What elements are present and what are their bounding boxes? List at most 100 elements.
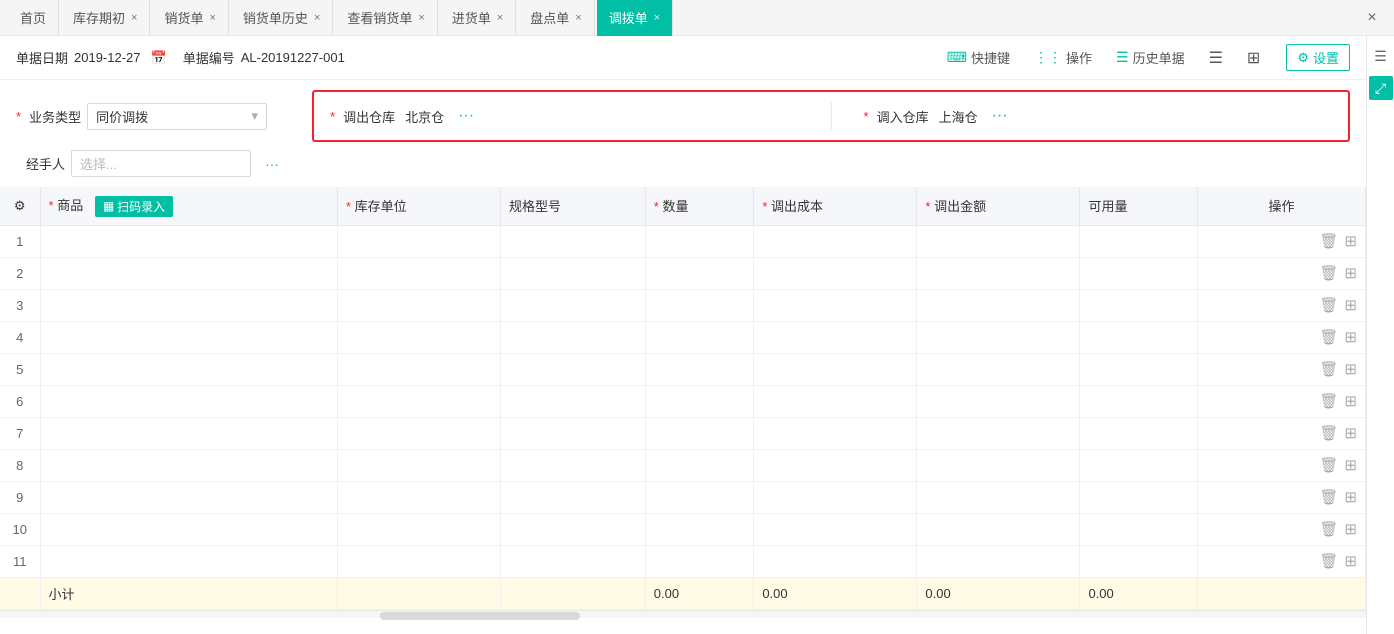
copy-icon[interactable]: ⊞ xyxy=(1344,296,1357,314)
copy-icon[interactable]: ⊞ xyxy=(1344,488,1357,506)
warehouse-in-ellipsis[interactable]: ··· xyxy=(992,107,1008,125)
warehouse-in-field: * 调入仓库 上海仓 ··· xyxy=(864,107,1333,126)
row-qty xyxy=(645,449,754,481)
settings-label: 设置 xyxy=(1313,48,1339,67)
delete-icon[interactable]: 🗑 xyxy=(1319,392,1338,410)
calendar-icon[interactable]: 📅 xyxy=(151,50,167,66)
row-product[interactable] xyxy=(40,353,337,385)
copy-icon[interactable]: ⊞ xyxy=(1344,456,1357,474)
settings-button[interactable]: ⚙ 设置 xyxy=(1286,44,1350,71)
warehouse-out-required: * xyxy=(330,109,335,124)
row-product[interactable] xyxy=(40,257,337,289)
tab-purchase-order[interactable]: 进货单 × xyxy=(440,0,516,36)
history-button[interactable]: ☰ 历史单据 xyxy=(1110,46,1191,69)
handler-input[interactable]: 选择... xyxy=(71,150,251,177)
col-unit-label: 库存单位 xyxy=(355,199,407,214)
business-type-input[interactable]: 同价调拨 ▾ xyxy=(87,103,267,130)
copy-icon[interactable]: ⊞ xyxy=(1344,232,1357,250)
copy-icon[interactable]: ⊞ xyxy=(1344,552,1357,570)
row-product[interactable] xyxy=(40,449,337,481)
tab-inventory-init[interactable]: 库存期初 × xyxy=(61,0,150,36)
row-action: 🗑⊞ xyxy=(1198,321,1366,353)
delete-icon[interactable]: 🗑 xyxy=(1319,488,1338,506)
close-icon[interactable]: × xyxy=(209,12,215,24)
copy-icon[interactable]: ⊞ xyxy=(1344,520,1357,538)
delete-icon[interactable]: 🗑 xyxy=(1319,296,1338,314)
copy-icon[interactable]: ⊞ xyxy=(1344,264,1357,282)
handler-ellipsis[interactable]: ··· xyxy=(265,156,279,172)
row-product[interactable] xyxy=(40,225,337,257)
close-icon-active[interactable]: × xyxy=(654,12,660,24)
transfer-table: ⚙ * 商品 ▦ 扫码录入 * 库存单位 xyxy=(0,187,1366,610)
scrollbar-thumb[interactable] xyxy=(380,612,580,620)
sidebar-list-icon[interactable]: ☰ xyxy=(1369,44,1393,68)
row-available xyxy=(1080,225,1198,257)
window-close-button[interactable]: × xyxy=(1358,4,1386,32)
tab-inventory-check-label: 盘点单 xyxy=(530,8,569,27)
table-row: 6 🗑⊞ xyxy=(0,385,1366,417)
warehouse-out-label: 调出仓库 xyxy=(343,107,395,126)
close-icon[interactable]: × xyxy=(418,12,424,24)
subtotal-cost: 0.00 xyxy=(754,577,917,609)
operations-button[interactable]: ⋮⋮ 操作 xyxy=(1028,46,1098,69)
history-label: 历史单据 xyxy=(1133,48,1185,67)
copy-icon[interactable]: ⊞ xyxy=(1344,392,1357,410)
tab-bar: 首页 库存期初 × 销货单 × 销货单历史 × 查看销货单 × 进货单 × 盘点… xyxy=(0,0,1394,36)
barcode-btn[interactable]: ▦ 扫码录入 xyxy=(95,196,173,217)
delete-icon[interactable]: 🗑 xyxy=(1319,264,1338,282)
delete-icon[interactable]: 🗑 xyxy=(1319,424,1338,442)
layout1-button[interactable]: ☰ xyxy=(1203,46,1229,70)
warehouse-in-label: 调入仓库 xyxy=(877,107,929,126)
row-num: 7 xyxy=(0,417,40,449)
row-spec xyxy=(500,321,645,353)
col-gear[interactable]: ⚙ xyxy=(0,187,40,225)
row-product[interactable] xyxy=(40,321,337,353)
row-product[interactable] xyxy=(40,513,337,545)
delete-icon[interactable]: 🗑 xyxy=(1319,520,1338,538)
date-value: 2019-12-27 xyxy=(74,50,141,65)
tab-home[interactable]: 首页 xyxy=(8,0,59,36)
table-body: 1 🗑⊞ 2 xyxy=(0,225,1366,609)
tab-sales-order[interactable]: 销货单 × xyxy=(152,0,228,36)
warehouse-out-ellipsis[interactable]: ··· xyxy=(458,107,474,125)
row-product[interactable] xyxy=(40,289,337,321)
delete-icon[interactable]: 🗑 xyxy=(1319,552,1338,570)
row-cost xyxy=(754,289,917,321)
tab-transfer-order[interactable]: 调拨单 × xyxy=(597,0,673,36)
row-amount xyxy=(917,353,1080,385)
shortcuts-button[interactable]: ⌨ 快捷键 xyxy=(941,46,1016,69)
delete-icon[interactable]: 🗑 xyxy=(1319,456,1338,474)
tab-home-label: 首页 xyxy=(20,8,46,27)
copy-icon[interactable]: ⊞ xyxy=(1344,328,1357,346)
row-product[interactable] xyxy=(40,545,337,577)
col-product: * 商品 ▦ 扫码录入 xyxy=(40,187,337,225)
row-product[interactable] xyxy=(40,481,337,513)
row-qty xyxy=(645,545,754,577)
tab-inventory-check[interactable]: 盘点单 × xyxy=(518,0,594,36)
delete-icon[interactable]: 🗑 xyxy=(1319,328,1338,346)
copy-icon[interactable]: ⊞ xyxy=(1344,424,1357,442)
delete-icon[interactable]: 🗑 xyxy=(1319,360,1338,378)
copy-icon[interactable]: ⊞ xyxy=(1344,360,1357,378)
sidebar-expand-icon[interactable]: ⤢ xyxy=(1369,76,1393,100)
close-icon[interactable]: × xyxy=(314,12,320,24)
row-qty xyxy=(645,481,754,513)
docno-value: AL-20191227-001 xyxy=(241,50,345,65)
row-available xyxy=(1080,449,1198,481)
tab-view-sales[interactable]: 查看销货单 × xyxy=(335,0,437,36)
header-left: 单据日期 2019-12-27 📅 单据编号 AL-20191227-001 xyxy=(16,48,925,67)
horizontal-scrollbar[interactable] xyxy=(0,610,1366,618)
tab-sales-history-label: 销货单历史 xyxy=(243,8,308,27)
row-product[interactable] xyxy=(40,417,337,449)
close-icon[interactable]: × xyxy=(497,12,503,24)
row-available xyxy=(1080,353,1198,385)
row-product[interactable] xyxy=(40,385,337,417)
tab-sales-history[interactable]: 销货单历史 × xyxy=(231,0,333,36)
delete-icon[interactable]: 🗑 xyxy=(1319,232,1338,250)
warehouse-divider xyxy=(831,102,832,130)
row-action: 🗑⊞ xyxy=(1198,289,1366,321)
table-row: 8 🗑⊞ xyxy=(0,449,1366,481)
layout2-button[interactable]: ⊞ xyxy=(1241,46,1266,70)
close-icon[interactable]: × xyxy=(131,12,137,24)
close-icon[interactable]: × xyxy=(575,12,581,24)
